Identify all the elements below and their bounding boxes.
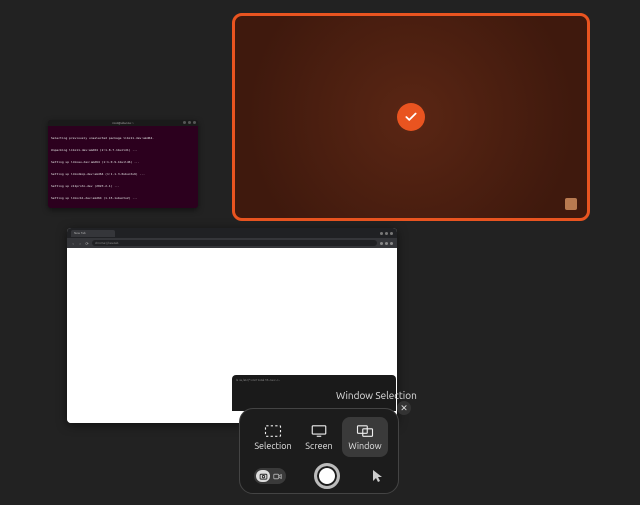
extension-icon[interactable] [380, 242, 383, 245]
close-icon: ✕ [400, 403, 408, 414]
terminal-line: Setting up libxdmcp-dev:amd64 (1:1.1.3-0… [51, 172, 195, 176]
url-text: chrome://newtab [95, 241, 118, 245]
window-icon [356, 424, 374, 438]
selected-check-icon [397, 103, 425, 131]
photo-video-toggle[interactable] [254, 468, 286, 484]
maximize-button[interactable] [385, 232, 388, 235]
forward-icon[interactable]: › [78, 241, 82, 245]
close-screenshot-ui-button[interactable]: ✕ [397, 401, 411, 415]
terminal-titlebar: root@ubuntu: ~ [48, 120, 198, 126]
browser-toolbar: ‹ › ⟳ chrome://newtab [67, 238, 397, 248]
terminal-line: Setting up x11proto-dev (2023.2-1) ... [51, 184, 195, 188]
selection-icon [264, 424, 282, 438]
photo-mode-icon [256, 470, 270, 482]
tooltip: Window Selection [336, 390, 417, 401]
browser-tabbar: New Tab [67, 228, 397, 238]
browser-tab[interactable]: New Tab [71, 230, 115, 237]
mode-label: Window [348, 441, 381, 451]
window-controls [380, 232, 393, 235]
trash-icon [565, 198, 577, 210]
tab-title: New Tab [74, 231, 86, 235]
capture-mode-row: Selection Screen Window [250, 417, 388, 457]
screen-icon [310, 424, 328, 438]
close-button[interactable] [193, 121, 196, 124]
mode-window-button[interactable]: Window [342, 417, 388, 457]
window-controls [183, 121, 196, 124]
profile-icon[interactable] [385, 242, 388, 245]
mode-label: Screen [305, 441, 332, 451]
video-mode-icon [270, 470, 284, 482]
terminal-line: Selecting previously unselected package … [51, 136, 195, 140]
close-button[interactable] [390, 232, 393, 235]
reload-icon[interactable]: ⟳ [85, 241, 89, 245]
mode-selection-button[interactable]: Selection [250, 417, 296, 457]
terminal-line: Unpacking libx11-dev:amd64 (2:1.8.7-1bui… [51, 148, 195, 152]
terminal-window[interactable]: root@ubuntu: ~ Selecting previously unse… [48, 120, 198, 208]
terminal-output: Selecting previously unselected package … [48, 126, 198, 208]
minimize-button[interactable] [380, 232, 383, 235]
terminal-title: root@ubuntu: ~ [112, 121, 134, 125]
minimize-button[interactable] [183, 121, 186, 124]
back-icon[interactable]: ‹ [71, 241, 75, 245]
screenshot-panel: Selection Screen Window [239, 408, 399, 494]
menu-icon[interactable] [390, 242, 393, 245]
address-bar[interactable]: chrome://newtab [92, 240, 377, 246]
show-pointer-toggle[interactable] [372, 469, 384, 483]
terminal-line: Setting up libxcb1-dev:amd64 (1.15-1ubun… [51, 196, 195, 200]
terminal-line: Setting up libxau-dev:amd64 (1:1.0.9-1bu… [51, 160, 195, 164]
capture-controls-row [250, 463, 388, 489]
mode-screen-button[interactable]: Screen [296, 417, 342, 457]
mode-label: Selection [254, 441, 291, 451]
capture-shutter-button[interactable] [314, 463, 340, 489]
maximize-button[interactable] [188, 121, 191, 124]
desktop-window-selected[interactable] [232, 13, 590, 221]
background-text: ls -la /etc/*.conf total 36 -rw-r--r-- [236, 378, 280, 382]
